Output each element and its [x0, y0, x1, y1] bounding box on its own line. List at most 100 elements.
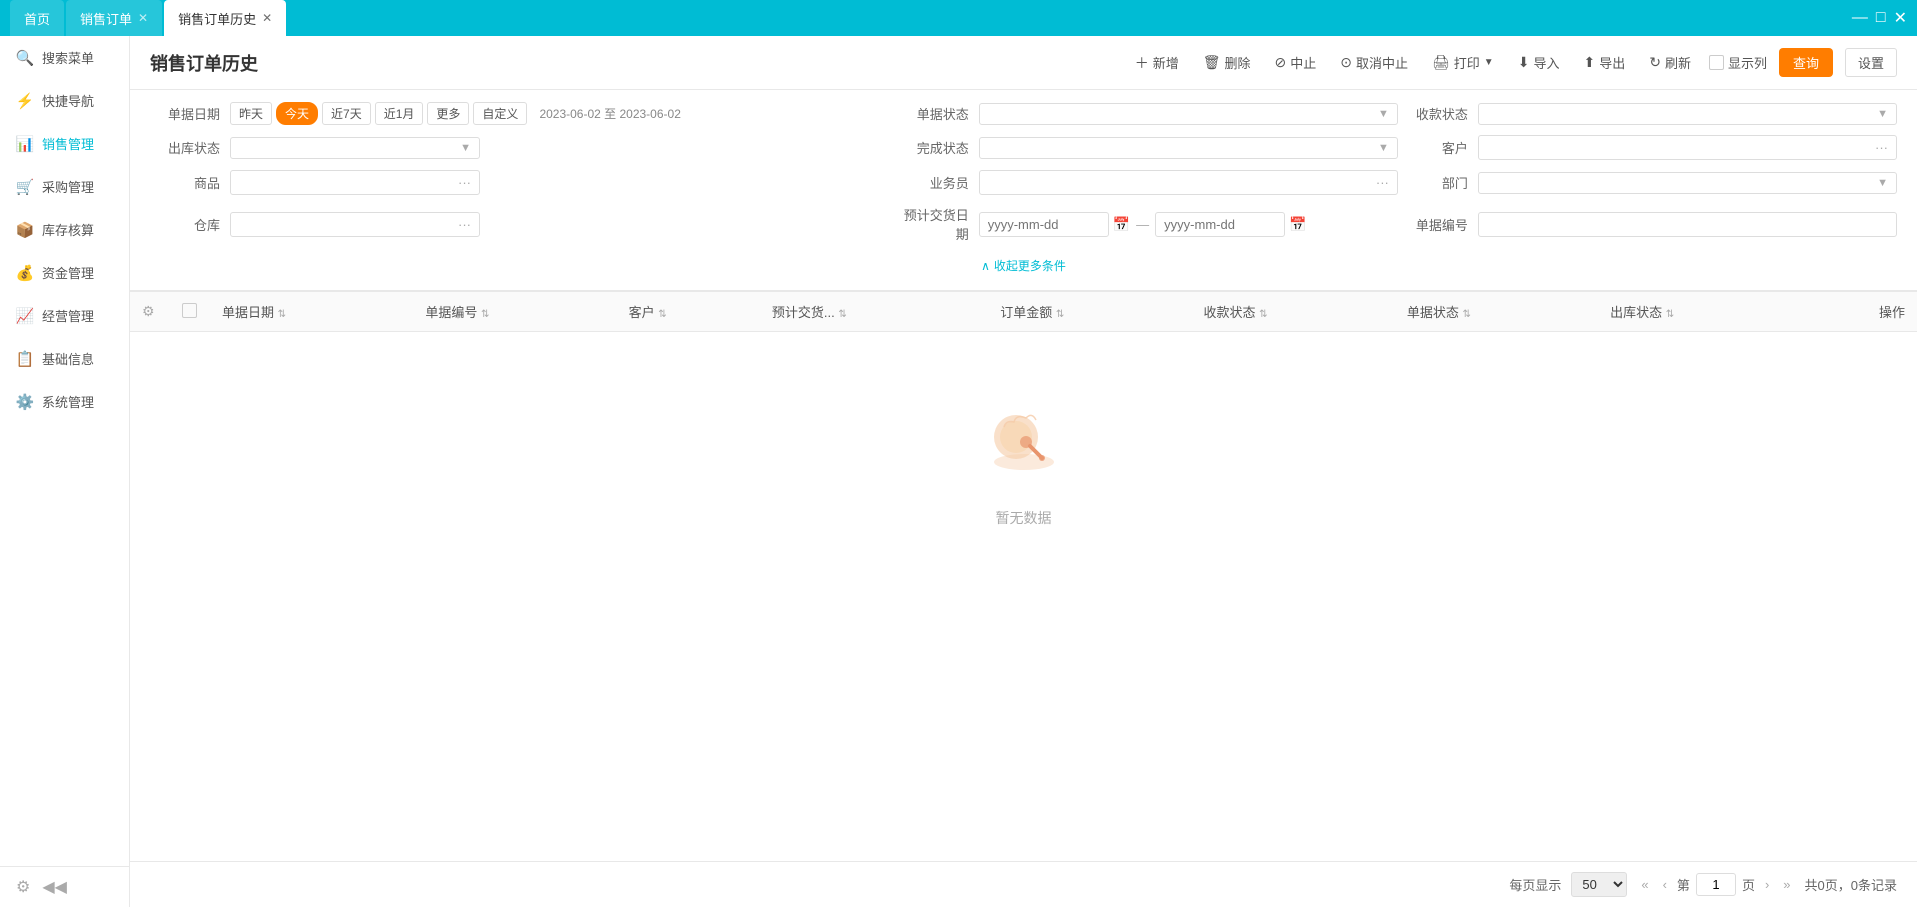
- minimize-btn[interactable]: —: [1852, 9, 1868, 27]
- date-btn-1month[interactable]: 近1月: [375, 102, 424, 125]
- th-delivery-status-label: 出库状态: [1610, 305, 1662, 320]
- delivery-date-start[interactable]: [979, 212, 1109, 237]
- sidebar-item-inventory[interactable]: 📦 库存核算: [0, 208, 129, 251]
- display-cols-cb[interactable]: [1709, 55, 1724, 70]
- sidebar-item-operations-label: 经营管理: [42, 306, 94, 325]
- sidebar-item-sales-mgmt-label: 销售管理: [42, 134, 94, 153]
- import-button[interactable]: ⬇ 导入: [1512, 49, 1566, 76]
- product-dots[interactable]: ···: [458, 175, 471, 190]
- select-all-checkbox[interactable]: [182, 303, 197, 318]
- prev-page-btn[interactable]: ‹: [1659, 875, 1671, 894]
- date-btn-custom[interactable]: 自定义: [473, 102, 527, 125]
- sidebar-item-finance[interactable]: 💰 资金管理: [0, 251, 129, 294]
- tab-sales-order-history-label: 销售订单历史: [178, 9, 256, 28]
- table-settings-icon[interactable]: ⚙: [142, 303, 155, 319]
- payment-status-select[interactable]: ▼: [1478, 103, 1897, 125]
- date-btn-more[interactable]: 更多: [427, 102, 469, 125]
- th-payment-status[interactable]: 收款状态 ⇅: [1192, 292, 1395, 332]
- th-operation-label: 操作: [1879, 305, 1905, 320]
- date-btn-7days[interactable]: 近7天: [322, 102, 371, 125]
- sidebar-item-operations[interactable]: 📈 经营管理: [0, 294, 129, 337]
- refresh-button[interactable]: ↻ 刷新: [1643, 49, 1697, 76]
- sidebar-collapse-icon[interactable]: ◀◀: [42, 877, 67, 897]
- tab-home[interactable]: 首页: [10, 0, 64, 36]
- delivery-date-end[interactable]: [1155, 212, 1285, 237]
- sidebar-item-inventory-label: 库存核算: [42, 220, 94, 239]
- basic-info-icon: 📋: [16, 350, 34, 368]
- th-delivery-status[interactable]: 出库状态 ⇅: [1598, 292, 1801, 332]
- calendar-end-icon[interactable]: 📅: [1289, 216, 1306, 233]
- sidebar-item-basic-info[interactable]: 📋 基础信息: [0, 337, 129, 380]
- warehouse-dots[interactable]: ···: [458, 217, 471, 232]
- th-doc-status[interactable]: 单据状态 ⇅: [1395, 292, 1598, 332]
- close-btn[interactable]: ✕: [1894, 8, 1907, 28]
- th-checkbox: [170, 292, 210, 332]
- th-number[interactable]: 单据编号 ⇅: [413, 292, 616, 332]
- complete-status-label: 完成状态: [899, 138, 979, 157]
- add-button[interactable]: ＋ 新增: [1129, 49, 1185, 77]
- sidebar-item-purchase-mgmt[interactable]: 🛒 采购管理: [0, 165, 129, 208]
- delivery-status-select[interactable]: ▼: [230, 137, 480, 159]
- doc-status-label: 单据状态: [899, 104, 979, 123]
- tab-sales-order-close[interactable]: ✕: [138, 11, 148, 25]
- sidebar-item-search-menu[interactable]: 🔍 搜索菜单: [0, 36, 129, 79]
- filter-col-doc-status: 单据状态 ▼: [899, 103, 1398, 125]
- cancel-stop-button[interactable]: ⊙ 取消中止: [1334, 49, 1414, 76]
- calendar-start-icon[interactable]: 📅: [1113, 216, 1130, 233]
- table-footer: 每页显示 50 10 20 100 « ‹ 第 页 › » 共0页，0条记录: [130, 861, 1917, 907]
- filter-col-date: 单据日期 昨天 今天 近7天 近1月 更多 自定义 2023-06-02 至 2…: [150, 102, 899, 125]
- department-select[interactable]: ▼: [1478, 172, 1897, 194]
- delete-button[interactable]: 🗑 删除: [1197, 49, 1257, 76]
- last-page-btn[interactable]: »: [1779, 875, 1794, 894]
- th-customer[interactable]: 客户 ⇅: [617, 292, 760, 332]
- total-text: 共0页，0条记录: [1805, 875, 1897, 894]
- stop-label: 中止: [1290, 53, 1316, 72]
- collapse-button[interactable]: ∧ 收起更多条件: [150, 253, 1897, 278]
- th-amount[interactable]: 订单金额 ⇅: [988, 292, 1191, 332]
- salesperson-dots[interactable]: ···: [1376, 175, 1389, 190]
- th-delivery-label: 预计交货...: [772, 305, 835, 320]
- tab-sales-order[interactable]: 销售订单 ✕: [66, 0, 162, 36]
- sort-payment-icon: ⇅: [1259, 309, 1267, 320]
- th-delivery[interactable]: 预计交货... ⇅: [760, 292, 988, 332]
- per-page-select[interactable]: 50 10 20 100: [1571, 872, 1627, 897]
- sort-date-icon: ⇅: [278, 309, 286, 320]
- doc-number-input[interactable]: [1487, 217, 1888, 232]
- sidebar-item-system-mgmt[interactable]: ⚙️ 系统管理: [0, 380, 129, 423]
- sidebar-settings-icon[interactable]: ⚙: [16, 877, 30, 897]
- doc-status-select[interactable]: ▼: [979, 103, 1398, 125]
- complete-status-chevron: ▼: [1378, 142, 1389, 154]
- page-input[interactable]: [1696, 873, 1736, 896]
- filter-col-warehouse: 仓库 ···: [150, 212, 899, 237]
- filter-col-customer: 客户 ···: [1398, 135, 1897, 160]
- print-button[interactable]: 🖨 打印 ▼: [1426, 49, 1500, 76]
- maximize-btn[interactable]: □: [1876, 9, 1886, 27]
- settings-button[interactable]: 设置: [1845, 48, 1897, 77]
- stop-button[interactable]: ⊘ 中止: [1269, 49, 1323, 76]
- tab-sales-order-history[interactable]: 销售订单历史 ✕: [164, 0, 286, 36]
- display-cols-checkbox[interactable]: 显示列: [1709, 53, 1767, 72]
- operations-icon: 📈: [16, 307, 34, 325]
- filter-col-delivery-date: 预计交货日期 📅 — 📅: [899, 205, 1398, 243]
- tab-bar: 首页 销售订单 ✕ 销售订单历史 ✕: [10, 0, 1852, 36]
- date-btn-yesterday[interactable]: 昨天: [230, 102, 272, 125]
- export-button[interactable]: ⬆ 导出: [1577, 49, 1631, 76]
- first-page-btn[interactable]: «: [1637, 875, 1652, 894]
- product-label: 商品: [150, 173, 230, 192]
- complete-status-select[interactable]: ▼: [979, 137, 1398, 159]
- query-button[interactable]: 查询: [1779, 48, 1833, 77]
- filter-col-department: 部门 ▼: [1398, 172, 1897, 194]
- sales-mgmt-icon: 📊: [16, 135, 34, 153]
- sidebar-item-sales-mgmt[interactable]: 📊 销售管理: [0, 122, 129, 165]
- payment-status-label: 收款状态: [1398, 104, 1478, 123]
- next-page-btn[interactable]: ›: [1761, 875, 1773, 894]
- sidebar-item-quick-nav[interactable]: ⚡ 快捷导航: [0, 79, 129, 122]
- tab-sales-order-label: 销售订单: [80, 9, 132, 28]
- customer-dots[interactable]: ···: [1875, 140, 1888, 155]
- page-title: 销售订单历史: [150, 50, 258, 76]
- date-btn-today[interactable]: 今天: [276, 102, 318, 125]
- sort-amount-icon: ⇅: [1056, 309, 1064, 320]
- tab-sales-order-history-close[interactable]: ✕: [262, 11, 272, 25]
- th-date[interactable]: 单据日期 ⇅: [210, 292, 413, 332]
- display-cols-label: 显示列: [1728, 53, 1767, 72]
